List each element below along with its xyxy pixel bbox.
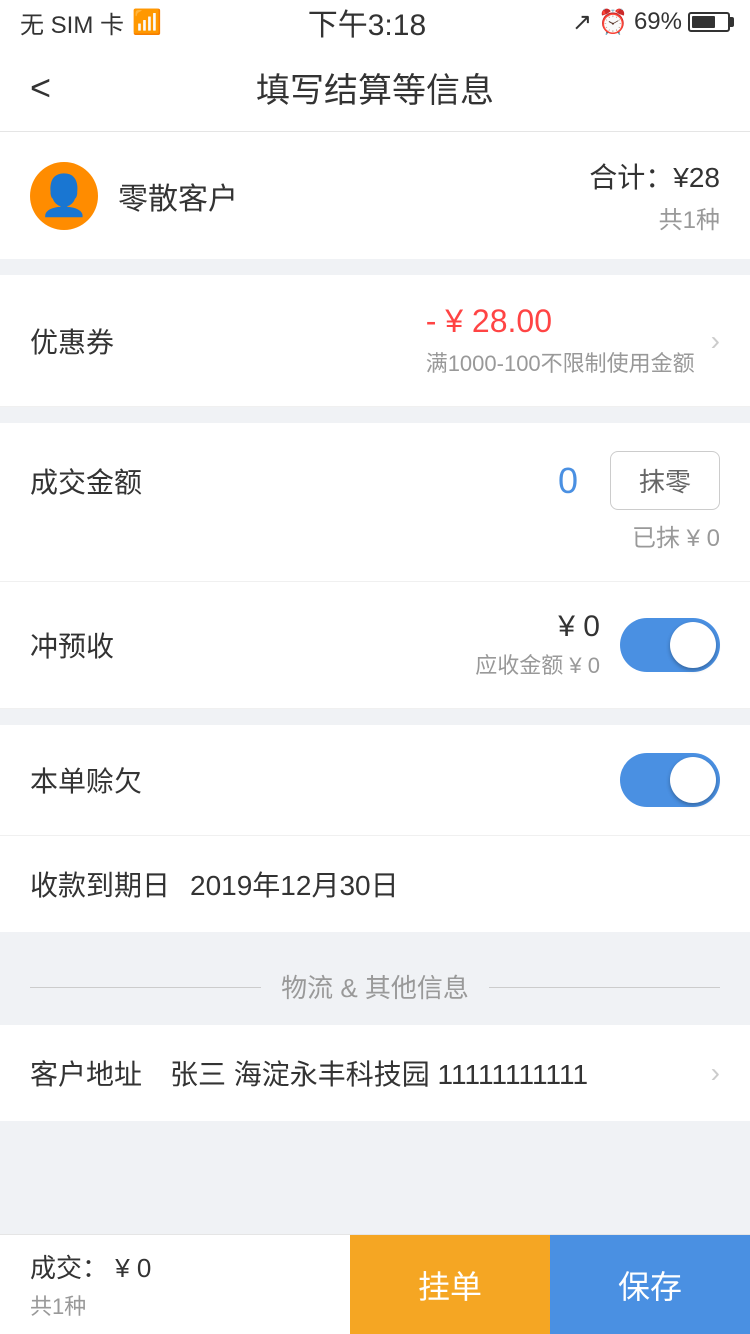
prepay-amount: ¥ 0 [475, 610, 600, 644]
deal-label: 成交： [30, 1253, 108, 1283]
coupon-label: 优惠券 [30, 321, 114, 361]
debit-toggle[interactable] [620, 753, 720, 807]
debit-toggle-knob [670, 757, 716, 803]
bottom-deal: 成交： ¥ 0 [30, 1248, 320, 1285]
bottom-count: 共1种 [30, 1289, 320, 1321]
amount-label: 成交金额 [30, 461, 142, 501]
avatar: 👤 [30, 162, 98, 230]
content: 👤 零散客户 合计：¥28 共1种 优惠券 - ¥ 28.00 满1000-10… [0, 132, 750, 1247]
bottom-bar: 成交： ¥ 0 共1种 挂单 保存 [0, 1234, 750, 1334]
status-right: ↗ ⏰ 69% [572, 8, 730, 37]
amount-row: 成交金额 0 抹零 已抹 ¥ 0 [0, 423, 750, 582]
prepay-row: 冲预收 ¥ 0 应收金额 ¥ 0 [0, 582, 750, 709]
save-button[interactable]: 保存 [550, 1235, 750, 1334]
page-title: 填写结算等信息 [256, 63, 494, 112]
customer-name: 零散客户 [118, 174, 238, 218]
section-label: 物流 & 其他信息 [261, 968, 489, 1005]
address-chevron-icon: › [711, 1057, 720, 1089]
coupon-amount: - ¥ 28.00 [426, 303, 695, 340]
coupon-section: 优惠券 - ¥ 28.00 满1000-100不限制使用金额 › [0, 275, 750, 407]
prepay-label: 冲预收 [30, 625, 114, 665]
address-value: 张三 海淀永丰科技园 11111111111 [170, 1053, 711, 1093]
battery-percent: 69% [634, 8, 682, 36]
due-date-row: 收款到期日 2019年12月30日 [0, 835, 750, 932]
address-section: 客户地址 张三 海淀永丰科技园 11111111111 › [0, 1025, 750, 1121]
location-icon: ↗ [572, 8, 592, 37]
total-amount: 合计：¥28 [589, 156, 720, 196]
amount-value[interactable]: 0 [558, 460, 578, 502]
customer-row: 👤 零散客户 合计：¥28 共1种 [0, 132, 750, 259]
toggle-knob [670, 622, 716, 668]
chevron-right-icon: › [711, 325, 720, 357]
no-sim-label: 无 SIM 卡 [20, 5, 124, 40]
bottom-info: 成交： ¥ 0 共1种 [0, 1248, 350, 1321]
prepay-sub: 应收金额 ¥ 0 [475, 648, 600, 680]
address-row[interactable]: 客户地址 张三 海淀永丰科技园 11111111111 › [0, 1025, 750, 1121]
status-bar: 无 SIM 卡 📶 下午3:18 ↗ ⏰ 69% [0, 0, 750, 44]
avatar-icon: 👤 [39, 172, 89, 219]
alarm-icon: ⏰ [598, 8, 628, 37]
deal-amount: ¥ 0 [115, 1253, 151, 1283]
section-divider: 物流 & 其他信息 [0, 948, 750, 1025]
address-label: 客户地址 [30, 1053, 150, 1093]
pending-button[interactable]: 挂单 [350, 1235, 550, 1334]
status-time: 下午3:18 [308, 0, 426, 44]
due-date-label: 收款到期日 [30, 864, 170, 904]
round-button[interactable]: 抹零 [610, 451, 720, 510]
status-left: 无 SIM 卡 📶 [20, 5, 162, 40]
total-count: 共1种 [589, 200, 720, 235]
debit-row: 本单赊欠 [0, 725, 750, 835]
debit-section: 本单赊欠 收款到期日 2019年12月30日 [0, 725, 750, 932]
coupon-row[interactable]: 优惠券 - ¥ 28.00 满1000-100不限制使用金额 › [0, 275, 750, 407]
debit-label: 本单赊欠 [30, 760, 142, 800]
coupon-desc: 满1000-100不限制使用金额 [426, 346, 695, 378]
wifi-icon: 📶 [132, 8, 162, 37]
due-date-value[interactable]: 2019年12月30日 [190, 864, 399, 904]
battery-icon [688, 12, 730, 32]
prepay-toggle[interactable] [620, 618, 720, 672]
amount-sub: 已抹 ¥ 0 [30, 518, 720, 553]
transaction-section: 成交金额 0 抹零 已抹 ¥ 0 冲预收 ¥ 0 应收金额 ¥ 0 [0, 423, 750, 709]
back-button[interactable]: < [30, 67, 90, 109]
nav-bar: < 填写结算等信息 [0, 44, 750, 132]
